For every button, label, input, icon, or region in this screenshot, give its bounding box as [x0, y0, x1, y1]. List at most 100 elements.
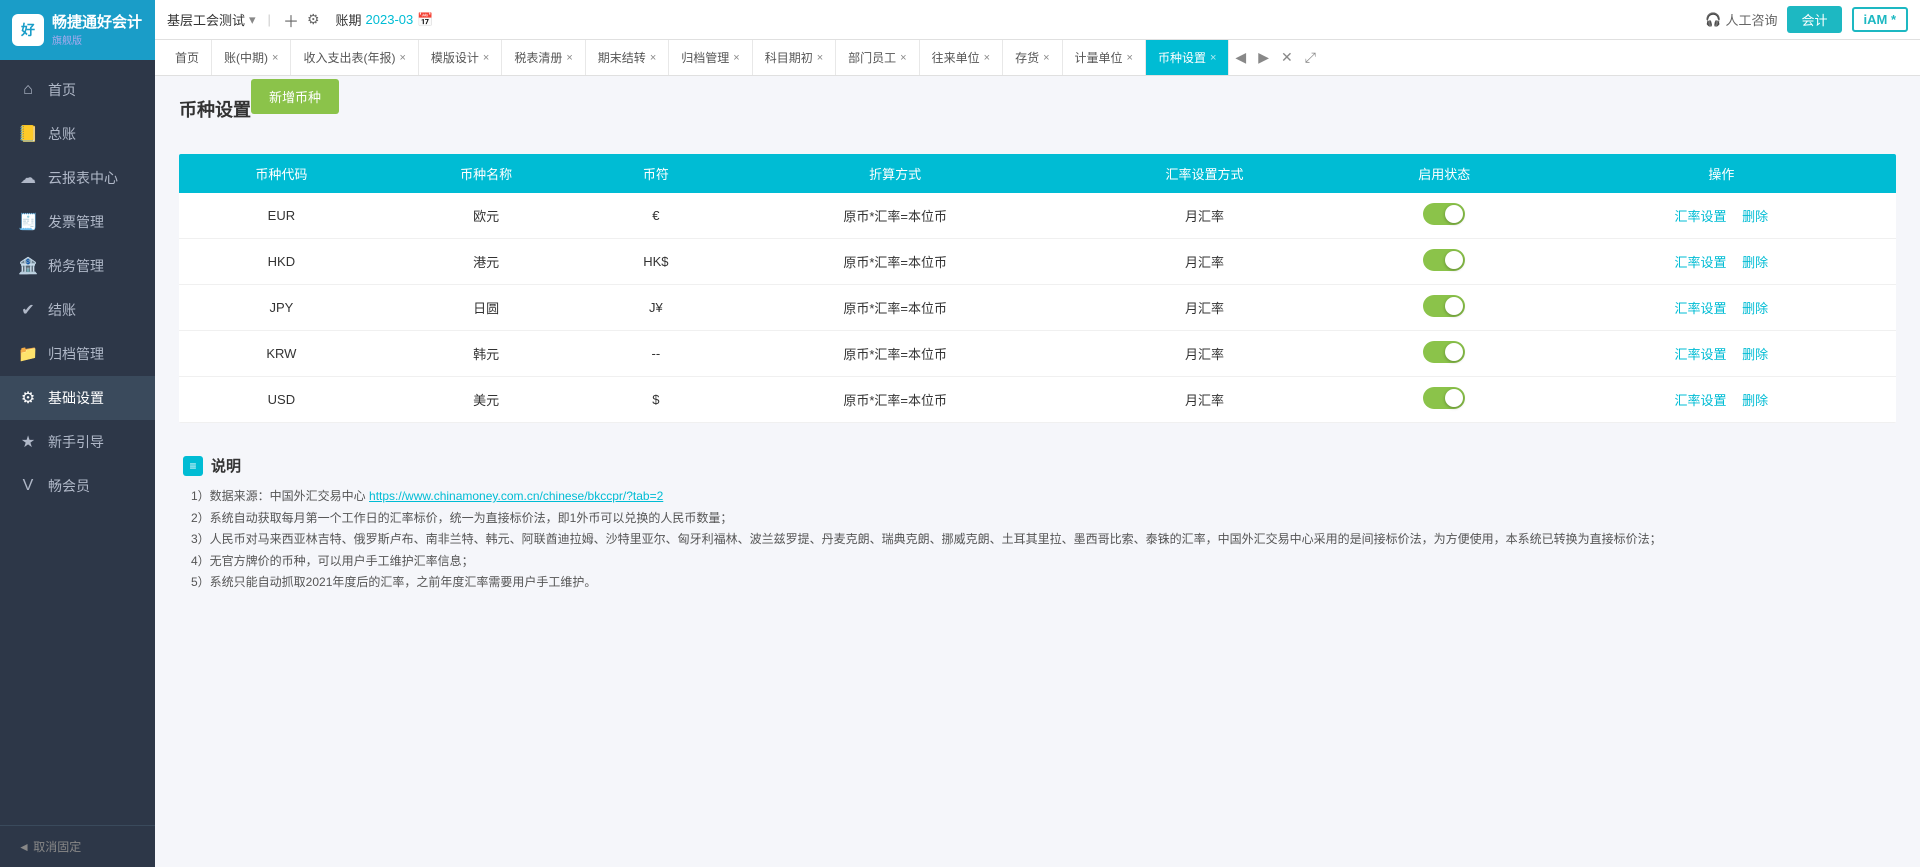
- iamstar-badge[interactable]: iAM *: [1852, 7, 1909, 32]
- headset-icon: 🎧: [1705, 12, 1721, 28]
- delete-link-KRW[interactable]: 删除: [1742, 347, 1768, 362]
- sidebar-item-reports[interactable]: ☁云报表中心: [0, 156, 155, 200]
- currency-table: 币种代码 币种名称 币符 折算方式 汇率设置方式 启用状态 操作 EUR 欧元 …: [179, 154, 1896, 423]
- cell-code: JPY: [179, 285, 384, 331]
- tab-next-btn[interactable]: ▶: [1252, 45, 1275, 70]
- tab-interim[interactable]: 账(中期) ×: [212, 40, 291, 76]
- tab-close-icon[interactable]: ×: [1210, 52, 1216, 64]
- cell-name: 港元: [384, 239, 589, 285]
- cell-calc: 原币*汇率=本位币: [723, 285, 1067, 331]
- sidebar-item-archive[interactable]: 📁归档管理: [0, 332, 155, 376]
- tab-close-icon[interactable]: ×: [272, 52, 278, 64]
- topbar-divider: |: [268, 12, 271, 27]
- tab-close-icon[interactable]: ×: [817, 52, 823, 64]
- tab-close-icon[interactable]: ×: [566, 52, 572, 64]
- tab-close-icon[interactable]: ×: [1043, 52, 1049, 64]
- cell-enabled[interactable]: [1342, 239, 1547, 285]
- cell-rate-type: 月汇率: [1067, 331, 1342, 377]
- toggle-KRW[interactable]: [1423, 341, 1465, 363]
- tab-label: 存货: [1015, 49, 1039, 66]
- tab-archive[interactable]: 归档管理 ×: [669, 40, 752, 76]
- sidebar-item-invoice[interactable]: 🧾发票管理: [0, 200, 155, 244]
- reports-icon: ☁: [18, 168, 38, 188]
- add-company-btn[interactable]: ＋: [283, 8, 299, 32]
- delete-link-USD[interactable]: 删除: [1742, 393, 1768, 408]
- calendar-icon[interactable]: 📅: [417, 12, 433, 28]
- cell-name: 欧元: [384, 193, 589, 239]
- cell-actions: 汇率设置 删除: [1547, 377, 1896, 423]
- rate-setting-link-JPY[interactable]: 汇率设置: [1675, 301, 1727, 316]
- tab-label: 往来单位: [932, 49, 980, 66]
- tab-prev-btn[interactable]: ◀: [1229, 45, 1252, 70]
- delete-link-EUR[interactable]: 删除: [1742, 209, 1768, 224]
- currency-table-wrap: 币种代码 币种名称 币符 折算方式 汇率设置方式 启用状态 操作 EUR 欧元 …: [179, 154, 1896, 423]
- tab-close-icon[interactable]: ×: [984, 52, 990, 64]
- toggle-HKD[interactable]: [1423, 249, 1465, 271]
- sidebar-item-settings[interactable]: ⚙基础设置: [0, 376, 155, 420]
- sidebar-item-ledger[interactable]: 📒总账: [0, 112, 155, 156]
- company-label: 基层工会测试: [167, 10, 245, 29]
- tab-inventory[interactable]: 存货 ×: [1003, 40, 1062, 76]
- tab-close-all-btn[interactable]: ✕: [1275, 45, 1299, 70]
- cell-enabled[interactable]: [1342, 193, 1547, 239]
- tab-partners[interactable]: 往来单位 ×: [920, 40, 1003, 76]
- app-logo: 好 畅捷通好会计 旗舰版: [0, 0, 155, 60]
- tab-template[interactable]: 模版设计 ×: [419, 40, 502, 76]
- tab-close-icon[interactable]: ×: [399, 52, 405, 64]
- main-area: 基层工会测试 ▾ | ＋ ⚙ 账期 2023-03 📅 🎧 人工咨询 会计 iA…: [155, 0, 1920, 867]
- delete-link-HKD[interactable]: 删除: [1742, 255, 1768, 270]
- tab-close-icon[interactable]: ×: [1127, 52, 1133, 64]
- rate-setting-link-EUR[interactable]: 汇率设置: [1675, 209, 1727, 224]
- tab-tax[interactable]: 税表清册 ×: [502, 40, 585, 76]
- sidebar-item-home[interactable]: ⌂首页: [0, 68, 155, 112]
- tab-currency[interactable]: 币种设置 ×: [1146, 40, 1229, 76]
- sidebar-item-tax[interactable]: 🏦税务管理: [0, 244, 155, 288]
- note-title: ≡ 说明: [183, 455, 1892, 476]
- delete-link-JPY[interactable]: 删除: [1742, 301, 1768, 316]
- note-link[interactable]: https://www.chinamoney.com.cn/chinese/bk…: [369, 489, 663, 503]
- tab-period-end[interactable]: 期末结转 ×: [586, 40, 669, 76]
- help-btn[interactable]: 🎧 人工咨询: [1705, 10, 1777, 29]
- cell-enabled[interactable]: [1342, 285, 1547, 331]
- tab-label: 币种设置: [1158, 49, 1206, 66]
- toggle-EUR[interactable]: [1423, 203, 1465, 225]
- rate-setting-link-HKD[interactable]: 汇率设置: [1675, 255, 1727, 270]
- cell-enabled[interactable]: [1342, 331, 1547, 377]
- settings-icon: ⚙: [18, 388, 38, 408]
- new-currency-btn[interactable]: 新增币种: [251, 79, 339, 114]
- tab-expand-btn[interactable]: ⤢: [1299, 45, 1322, 70]
- tab-close-icon[interactable]: ×: [733, 52, 739, 64]
- settings-gear-icon[interactable]: ⚙: [307, 11, 320, 28]
- tab-units[interactable]: 计量单位 ×: [1063, 40, 1146, 76]
- period-value[interactable]: 2023-03: [366, 12, 414, 27]
- archive-icon: 📁: [18, 344, 38, 364]
- company-name[interactable]: 基层工会测试 ▾: [167, 10, 256, 29]
- account-btn[interactable]: 会计: [1787, 6, 1841, 33]
- sidebar-item-member[interactable]: V畅会员: [0, 464, 155, 508]
- sidebar-footer[interactable]: ◄ 取消固定: [0, 825, 155, 867]
- cell-name: 韩元: [384, 331, 589, 377]
- rate-setting-link-USD[interactable]: 汇率设置: [1675, 393, 1727, 408]
- tab-close-icon[interactable]: ×: [483, 52, 489, 64]
- tab-subjects[interactable]: 科目期初 ×: [753, 40, 836, 76]
- tab-home[interactable]: 首页: [163, 40, 212, 76]
- sidebar-item-settle[interactable]: ✔结账: [0, 288, 155, 332]
- cell-actions: 汇率设置 删除: [1547, 331, 1896, 377]
- cell-name: 美元: [384, 377, 589, 423]
- tab-label: 首页: [175, 49, 199, 66]
- tab-label: 科目期初: [765, 49, 813, 66]
- tab-close-icon[interactable]: ×: [900, 52, 906, 64]
- help-label: 人工咨询: [1725, 10, 1777, 29]
- tab-close-icon[interactable]: ×: [650, 52, 656, 64]
- table-row: USD 美元 $ 原币*汇率=本位币 月汇率 汇率设置 删除: [179, 377, 1896, 423]
- sidebar-item-guide[interactable]: ★新手引导: [0, 420, 155, 464]
- toggle-USD[interactable]: [1423, 387, 1465, 409]
- tab-dept[interactable]: 部门员工 ×: [836, 40, 919, 76]
- toggle-JPY[interactable]: [1423, 295, 1465, 317]
- rate-setting-link-KRW[interactable]: 汇率设置: [1675, 347, 1727, 362]
- tab-income[interactable]: 收入支出表(年报) ×: [291, 40, 418, 76]
- tax-icon: 🏦: [18, 256, 38, 276]
- ledger-icon: 📒: [18, 124, 38, 144]
- cell-enabled[interactable]: [1342, 377, 1547, 423]
- dropdown-icon: ▾: [249, 12, 256, 28]
